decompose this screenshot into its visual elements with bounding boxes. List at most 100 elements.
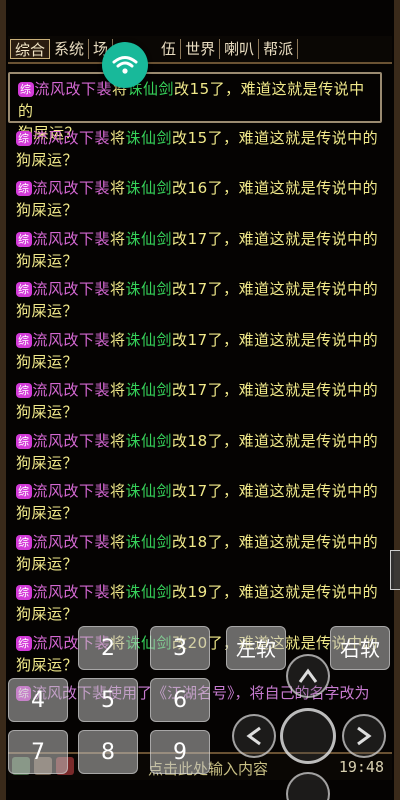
- key-8[interactable]: 8: [78, 730, 138, 774]
- message-verb: 将: [110, 280, 126, 298]
- chat-message: 综流风改下裴将诛仙剑改17了，难道这就是传说中的 狗屎运？: [8, 274, 392, 325]
- message-text: 了，难道这就是传说中的: [207, 280, 379, 298]
- item-name-link[interactable]: 诛仙剑: [126, 482, 173, 500]
- key-6[interactable]: 6: [150, 678, 210, 722]
- item-name-link[interactable]: 诛仙剑: [126, 179, 173, 197]
- chevron-left-icon: [246, 726, 261, 746]
- player-name-link[interactable]: 流风改下裴: [33, 331, 111, 349]
- message-text: 了，难道这就是传说中的: [207, 532, 379, 551]
- clock: 19:48: [338, 758, 384, 776]
- player-name-link[interactable]: 流风改下裴: [33, 179, 111, 197]
- upgrade-level: 17: [187, 482, 208, 500]
- player-name-link[interactable]: 流风改下裴: [33, 533, 111, 551]
- key-7[interactable]: 7: [8, 730, 68, 774]
- key-3[interactable]: 3: [150, 626, 210, 670]
- item-name-link[interactable]: 诛仙剑: [126, 280, 173, 298]
- key-4[interactable]: 4: [8, 678, 68, 722]
- message-verb: 将: [110, 381, 126, 399]
- tab-world[interactable]: 世界: [181, 39, 221, 59]
- channel-badge: 综: [18, 82, 34, 97]
- player-name-link[interactable]: 流风改下裴: [33, 482, 111, 500]
- message-text: 改: [172, 583, 188, 601]
- player-name-link[interactable]: 流风改下裴: [33, 583, 111, 601]
- message-text-line2: 狗屎运？: [16, 453, 79, 472]
- player-name-link[interactable]: 流风改下裴: [33, 129, 111, 147]
- upgrade-level: 17: [187, 381, 208, 399]
- message-text: 了，难道这就是传说中的: [207, 381, 379, 399]
- wifi-icon[interactable]: [102, 42, 148, 88]
- message-text: 改: [172, 381, 188, 399]
- dpad-ok-button[interactable]: [280, 708, 336, 764]
- message-text: 了，难道这就是传说中的: [207, 583, 379, 601]
- chat-message: 综流风改下裴将诛仙剑改19了，难道这就是传说中的 狗屎运？: [8, 577, 392, 628]
- channel-badge: 综: [16, 231, 32, 247]
- upgrade-level: 18: [187, 532, 208, 551]
- message-text: 改: [172, 431, 188, 450]
- message-text: 了，难道这就是传说中的: [207, 431, 379, 450]
- message-text: 了，难道这就是传说中的: [207, 330, 379, 349]
- left-soft-key[interactable]: 左软: [226, 626, 286, 670]
- message-text-line2: 狗屎运？: [16, 605, 79, 623]
- message-text: 了，难道这就是传说中的: [207, 482, 379, 500]
- item-name-link[interactable]: 诛仙剑: [126, 230, 173, 248]
- message-verb: 将: [110, 431, 126, 450]
- tab-guild[interactable]: 帮派: [259, 39, 299, 59]
- chat-message: 综流风改下裴将诛仙剑改17了，难道这就是传说中的 狗屎运？: [8, 476, 392, 527]
- upgrade-level: 15: [189, 80, 210, 98]
- message-text: 改: [172, 482, 188, 500]
- upgrade-level: 17: [187, 280, 208, 298]
- dpad-left-button[interactable]: [232, 714, 276, 758]
- channel-badge: 综: [16, 383, 32, 398]
- player-name-link[interactable]: 流风改下裴: [35, 80, 113, 98]
- channel-badge: 综: [16, 282, 32, 297]
- message-text: 改: [172, 532, 188, 551]
- item-name-link[interactable]: 诛仙剑: [126, 583, 173, 601]
- message-verb: 将: [110, 128, 126, 147]
- tab-team[interactable]: 伍: [157, 39, 182, 59]
- channel-badge: 综: [16, 635, 32, 651]
- upgrade-level: 16: [187, 179, 208, 197]
- message-verb: 将: [110, 330, 126, 349]
- side-drawer-handle[interactable]: [390, 550, 400, 590]
- channel-badge: 综: [16, 181, 32, 196]
- item-name-link[interactable]: 诛仙剑: [126, 432, 173, 450]
- item-name-link[interactable]: 诛仙剑: [126, 129, 173, 147]
- dpad-up-button[interactable]: [286, 654, 330, 698]
- player-name-link[interactable]: 流风改下裴: [33, 432, 111, 450]
- item-name-link[interactable]: 诛仙剑: [126, 381, 173, 399]
- message-verb: 将: [110, 229, 126, 248]
- upgrade-level: 17: [187, 229, 208, 248]
- message-text: 了，难道这就是传说中的: [207, 128, 379, 147]
- tab-general[interactable]: 综合: [10, 39, 51, 59]
- item-name-link[interactable]: 诛仙剑: [126, 331, 173, 349]
- key-9[interactable]: 9: [150, 730, 210, 774]
- tab-system[interactable]: 系统: [50, 39, 90, 59]
- upgrade-level: 17: [187, 330, 208, 349]
- channel-badge: 综: [16, 534, 32, 550]
- chat-message: 综流风改下裴将诛仙剑改18了，难道这就是传说中的 狗屎运？: [8, 527, 392, 578]
- player-name-link[interactable]: 流风改下裴: [33, 381, 111, 399]
- message-text-line2: 狗屎运？: [16, 504, 79, 522]
- message-text: 了，难道这就是传说中的: [207, 179, 379, 197]
- message-text: 改: [172, 229, 188, 248]
- item-name-link[interactable]: 诛仙剑: [126, 533, 173, 551]
- message-text: 改: [172, 179, 188, 197]
- message-text: 了，难道这就是传说中的: [207, 229, 379, 248]
- message-text-line2: 狗屎运？: [16, 403, 79, 421]
- upgrade-level: 15: [187, 128, 208, 147]
- message-text: 改: [174, 80, 190, 98]
- right-soft-key[interactable]: 右软: [330, 626, 390, 670]
- player-name-link[interactable]: 流风改下裴: [33, 280, 111, 298]
- message-text-line2: 狗屎运？: [16, 201, 79, 219]
- upgrade-level: 19: [187, 583, 208, 601]
- key-5[interactable]: 5: [78, 678, 138, 722]
- chat-message: 综流风改下裴将诛仙剑改18了，难道这就是传说中的 狗屎运？: [8, 426, 392, 477]
- chat-message: 综流风改下裴将诛仙剑改15了，难道这就是传说中的 狗屎运？: [8, 72, 382, 142]
- tab-horn[interactable]: 喇叭: [220, 39, 260, 59]
- channel-badge: 综: [16, 332, 32, 348]
- dpad-right-button[interactable]: [342, 714, 386, 758]
- message-verb: 将: [110, 583, 126, 601]
- message-text-line2: 狗屎运？: [16, 150, 79, 169]
- player-name-link[interactable]: 流风改下裴: [33, 230, 111, 248]
- key-2[interactable]: 2: [78, 626, 138, 670]
